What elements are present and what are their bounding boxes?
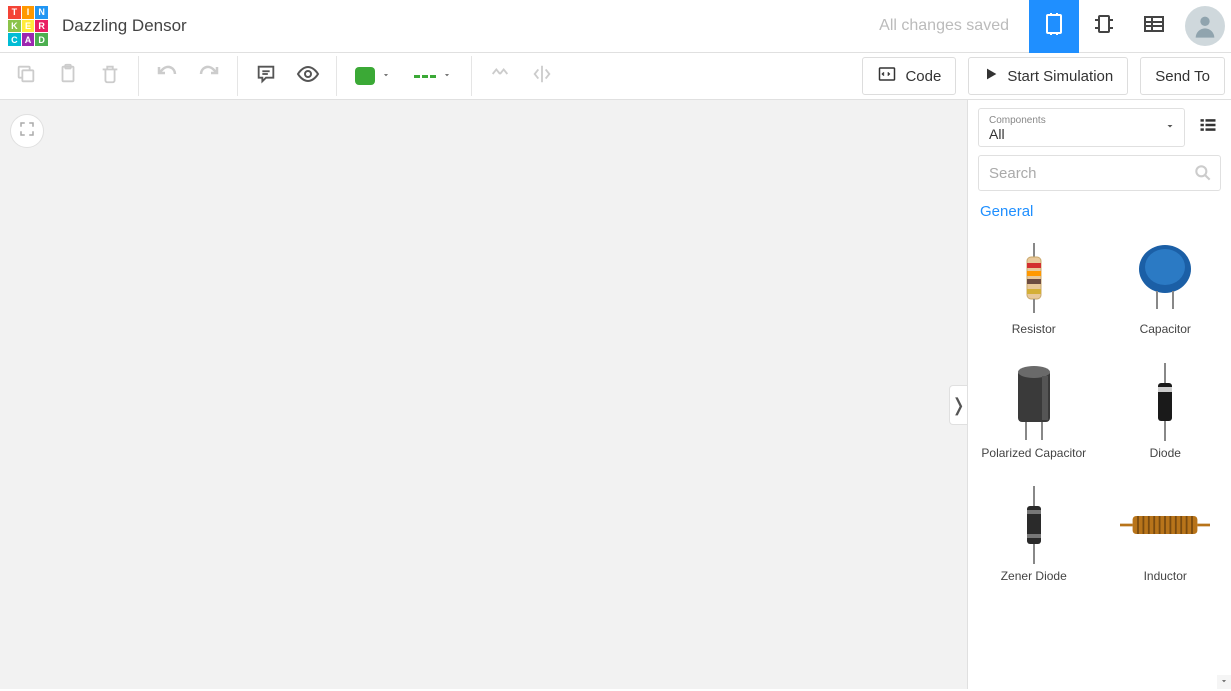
chevron-down-icon bbox=[442, 67, 452, 85]
component-polarized-capacitor[interactable]: Polarized Capacitor bbox=[968, 352, 1100, 476]
mirror-button[interactable] bbox=[522, 56, 562, 96]
code-button[interactable]: Code bbox=[862, 57, 956, 95]
component-inductor[interactable]: Inductor bbox=[1100, 475, 1231, 599]
start-simulation-button[interactable]: Start Simulation bbox=[968, 57, 1128, 95]
mirror-icon bbox=[531, 63, 553, 90]
chevron-down-icon bbox=[1164, 119, 1176, 137]
tab-components-list[interactable] bbox=[1129, 0, 1179, 53]
code-icon bbox=[877, 65, 897, 87]
component-diode[interactable]: Diode bbox=[1100, 352, 1231, 476]
send-to-label: Send To bbox=[1155, 68, 1210, 85]
polarized-capacitor-icon bbox=[989, 362, 1079, 442]
paste-button[interactable] bbox=[48, 56, 88, 96]
rotate-button[interactable] bbox=[480, 56, 520, 96]
zoom-to-fit-button[interactable] bbox=[10, 114, 44, 148]
section-title-general: General bbox=[968, 199, 1231, 228]
play-icon bbox=[983, 66, 999, 86]
breadboard-icon bbox=[1042, 12, 1066, 41]
search-input[interactable] bbox=[978, 155, 1221, 191]
color-picker[interactable] bbox=[345, 56, 401, 96]
tab-circuit-view[interactable] bbox=[1029, 0, 1079, 53]
components-filter-dropdown[interactable]: Components All bbox=[978, 108, 1185, 147]
sidebar-collapse-handle[interactable]: ❭ bbox=[949, 385, 967, 425]
component-search bbox=[978, 155, 1221, 191]
save-status: All changes saved bbox=[879, 17, 1009, 35]
redo-button[interactable] bbox=[189, 56, 229, 96]
color-swatch-icon bbox=[355, 67, 375, 85]
resistor-icon bbox=[989, 238, 1079, 318]
tinkercad-logo[interactable]: TIN KER CAD bbox=[8, 6, 48, 46]
project-title[interactable]: Dazzling Densor bbox=[62, 16, 187, 36]
dropdown-value: All bbox=[989, 126, 1174, 142]
capacitor-icon bbox=[1120, 238, 1210, 318]
user-avatar[interactable] bbox=[1185, 6, 1225, 46]
component-resistor[interactable]: Resistor bbox=[968, 228, 1100, 352]
eye-icon bbox=[296, 62, 320, 91]
app-header: TIN KER CAD Dazzling Densor All changes … bbox=[0, 0, 1231, 53]
toggle-visibility-button[interactable] bbox=[288, 56, 328, 96]
code-button-label: Code bbox=[905, 68, 941, 85]
chevron-right-icon: ❭ bbox=[951, 395, 966, 416]
note-icon bbox=[255, 63, 277, 90]
zener-diode-icon bbox=[989, 485, 1079, 565]
wire-style-icon bbox=[414, 75, 436, 78]
components-scroll[interactable]: General Res bbox=[968, 199, 1231, 689]
component-label: Capacitor bbox=[1140, 322, 1191, 338]
start-simulation-label: Start Simulation bbox=[1007, 68, 1113, 85]
component-label: Diode bbox=[1150, 446, 1181, 462]
trash-icon bbox=[99, 63, 121, 90]
list-icon bbox=[1198, 115, 1218, 140]
annotate-button[interactable] bbox=[246, 56, 286, 96]
schematic-icon bbox=[1092, 12, 1116, 41]
undo-icon bbox=[155, 62, 179, 91]
inductor-icon bbox=[1120, 485, 1210, 565]
delete-button[interactable] bbox=[90, 56, 130, 96]
list-view-toggle[interactable] bbox=[1195, 115, 1221, 141]
chevron-down-icon bbox=[1219, 673, 1229, 691]
fit-icon bbox=[18, 120, 36, 143]
paste-icon bbox=[57, 63, 79, 90]
send-to-button[interactable]: Send To bbox=[1140, 57, 1225, 95]
component-label: Zener Diode bbox=[1001, 569, 1067, 585]
table-icon bbox=[1142, 12, 1166, 41]
search-icon bbox=[1193, 163, 1213, 188]
tab-schematic-view[interactable] bbox=[1079, 0, 1129, 53]
component-label: Resistor bbox=[1012, 322, 1056, 338]
component-label: Polarized Capacitor bbox=[981, 446, 1086, 462]
chevron-down-icon bbox=[381, 67, 391, 85]
scroll-down-button[interactable] bbox=[1217, 675, 1231, 689]
dropdown-label: Components bbox=[989, 115, 1174, 126]
undo-button[interactable] bbox=[147, 56, 187, 96]
component-capacitor[interactable]: Capacitor bbox=[1100, 228, 1231, 352]
rotate-icon bbox=[489, 63, 511, 90]
component-label: Inductor bbox=[1144, 569, 1187, 585]
component-zener-diode[interactable]: Zener Diode bbox=[968, 475, 1100, 599]
redo-icon bbox=[197, 62, 221, 91]
wire-style-picker[interactable] bbox=[403, 56, 463, 96]
diode-icon bbox=[1120, 362, 1210, 442]
copy-icon bbox=[15, 63, 37, 90]
canvas-area[interactable]: ❭ Components All General bbox=[0, 100, 1231, 689]
editor-toolbar: Code Start Simulation Send To bbox=[0, 53, 1231, 100]
copy-button[interactable] bbox=[6, 56, 46, 96]
components-sidebar: Components All General bbox=[967, 100, 1231, 689]
